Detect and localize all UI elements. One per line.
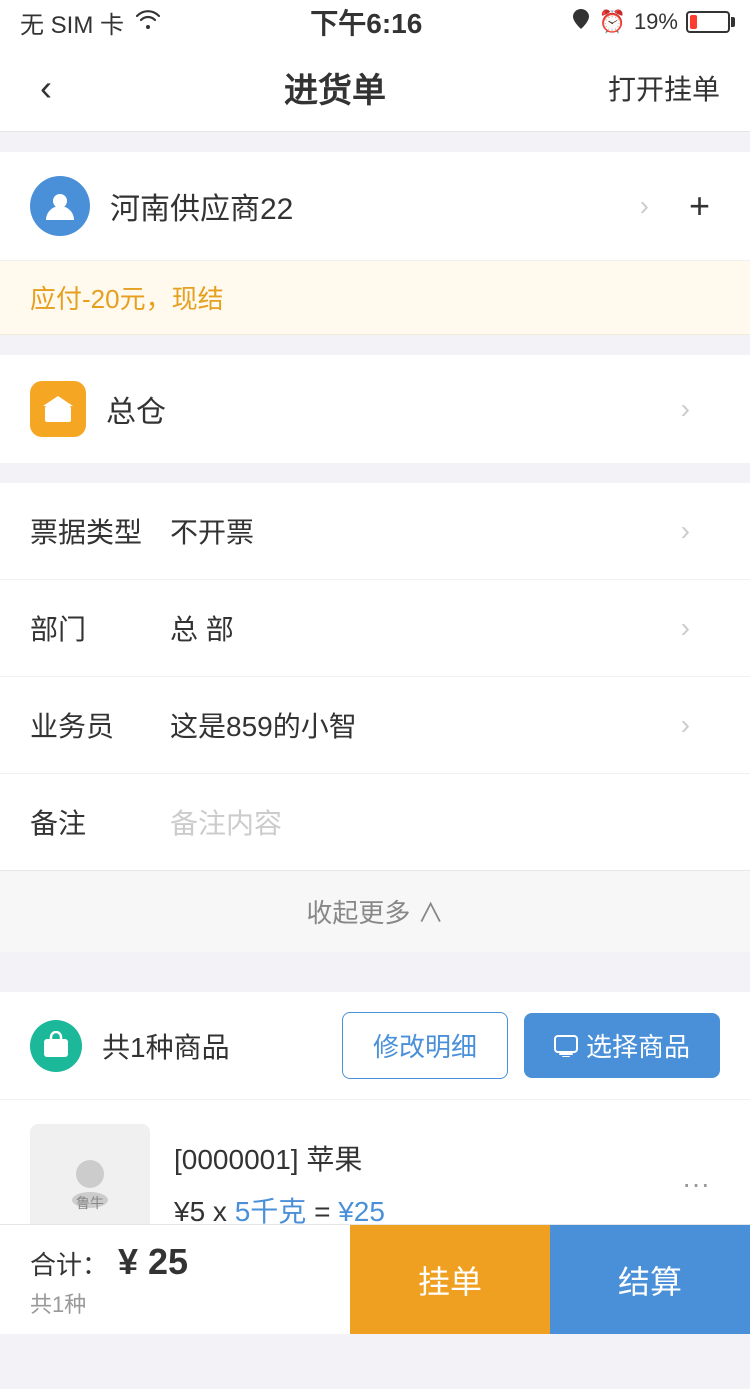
sales-label: 业务员 [30, 705, 170, 745]
status-time: 下午6:16 [310, 2, 422, 42]
select-product-button[interactable]: 选择商品 [524, 1013, 720, 1078]
status-bar: 无 SIM 卡 下午6:16 ⏰ 19% [0, 0, 750, 44]
unit-price: ¥5 x [174, 1196, 235, 1227]
battery-percent: 19% [634, 9, 678, 35]
location-icon [571, 8, 591, 36]
invoice-chevron-icon: › [681, 515, 690, 547]
wifi-icon [134, 8, 162, 36]
battery-icon [686, 11, 730, 33]
invoice-label: 票据类型 [30, 511, 170, 551]
bottom-bar: 合计： ¥ 25 共1种 挂单 结算 [0, 1224, 750, 1334]
products-count: 共1种商品 [102, 1026, 342, 1066]
sales-row[interactable]: 业务员 这是859的小智 › [0, 677, 750, 774]
alarm-icon: ⏰ [599, 9, 626, 35]
total-price: ¥25 [338, 1196, 385, 1227]
sales-chevron-icon: › [681, 709, 690, 741]
svg-text:鲁牛: 鲁牛 [76, 1195, 104, 1211]
supplier-name: 河南供应商22 [110, 184, 640, 228]
notice-banner: 应付-20元，现结 [0, 261, 750, 335]
remark-row[interactable]: 备注 备注内容 [0, 774, 750, 870]
dept-row[interactable]: 部门 总 部 › [0, 580, 750, 677]
page-title: 进货单 [284, 63, 386, 112]
sales-value: 这是859的小智 [170, 705, 681, 745]
form-section: 票据类型 不开票 › 部门 总 部 › 业务员 这是859的小智 › 备注 备注… [0, 483, 750, 870]
section-gap-3 [0, 952, 750, 972]
collapse-button[interactable]: 收起更多 ∧ [0, 870, 750, 952]
back-button[interactable]: ‹ [30, 57, 62, 119]
dept-chevron-icon: › [681, 612, 690, 644]
add-button[interactable]: + [679, 185, 720, 227]
checkout-button[interactable]: 结算 [550, 1225, 750, 1334]
invoice-value: 不开票 [170, 511, 681, 551]
battery-fill [690, 15, 697, 29]
warehouse-chevron-icon: › [681, 393, 690, 425]
dept-value: 总 部 [170, 608, 681, 648]
section-gap-1 [0, 132, 750, 152]
supplier-avatar [30, 176, 90, 236]
open-pending-button[interactable]: 打开挂单 [608, 68, 720, 108]
total-label: 合计： [30, 1245, 108, 1282]
total-row: 合计： ¥ 25 [30, 1241, 320, 1283]
warehouse-icon [30, 381, 86, 437]
nav-bar: ‹ 进货单 打开挂单 [0, 44, 750, 132]
total-section: 合计： ¥ 25 共1种 [0, 1225, 350, 1334]
select-product-label: 选择商品 [586, 1027, 690, 1064]
product-info: [0000001] 苹果 ¥5 x 5千克 = ¥25 [174, 1138, 672, 1230]
status-right: ⏰ 19% [571, 8, 730, 36]
edit-detail-button[interactable]: 修改明细 [342, 1012, 508, 1079]
product-name: [0000001] 苹果 [174, 1138, 672, 1178]
pending-button[interactable]: 挂单 [350, 1225, 550, 1334]
supplier-row[interactable]: 河南供应商22 › + [0, 152, 750, 261]
equals: = [314, 1196, 338, 1227]
remark-label: 备注 [30, 802, 170, 842]
carrier-label: 无 SIM 卡 [20, 5, 124, 40]
dept-label: 部门 [30, 608, 170, 648]
products-icon [30, 1020, 82, 1072]
remark-input[interactable]: 备注内容 [170, 802, 720, 842]
warehouse-section: 总仓 › [0, 355, 750, 463]
section-gap-2 [0, 335, 750, 355]
invoice-type-row[interactable]: 票据类型 不开票 › [0, 483, 750, 580]
total-amount: ¥ 25 [118, 1241, 188, 1283]
status-left: 无 SIM 卡 [20, 5, 162, 40]
supplier-chevron-icon: › [640, 190, 649, 222]
quantity: 5千克 [235, 1196, 307, 1227]
warehouse-name: 总仓 [106, 387, 681, 431]
product-code: [0000001] [174, 1144, 306, 1175]
products-header: 共1种商品 修改明细 选择商品 [0, 992, 750, 1100]
more-options-button[interactable]: ··· [672, 1158, 720, 1210]
product-title: 苹果 [306, 1144, 362, 1175]
total-count: 共1种 [30, 1287, 320, 1319]
warehouse-row[interactable]: 总仓 › [0, 355, 750, 463]
supplier-section: 河南供应商22 › + 应付-20元，现结 [0, 152, 750, 335]
